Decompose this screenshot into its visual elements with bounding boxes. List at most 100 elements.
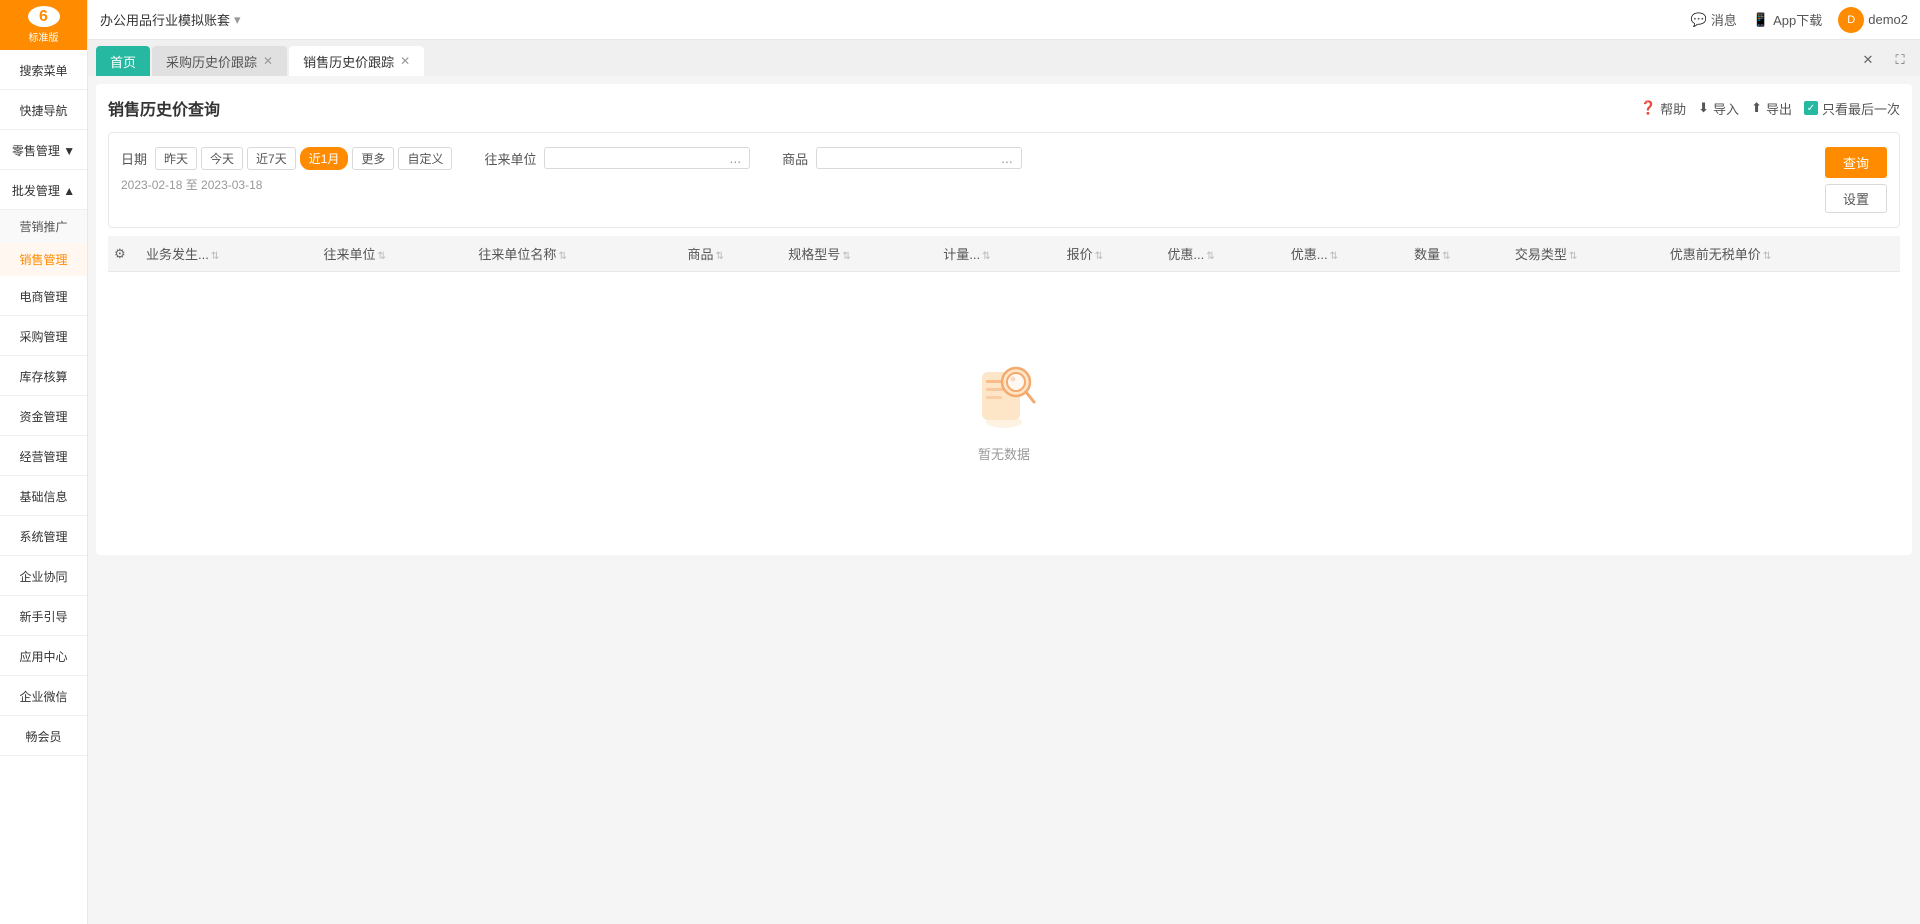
filter-panel: 日期 昨天 今天 近7天 近1月 更多 自定义 2023-02-18 至 202… (108, 132, 1900, 228)
content-area: 销售历史价查询 ❓ 帮助 ⬇ 导入 ⬆ 导出 (88, 76, 1920, 924)
sidebar: 6 标准版 搜索菜单 快捷导航 零售管理 ▼ 批发管理 ▲ 营销推广 销售管理 … (0, 0, 88, 924)
main-area: 办公用品行业模拟账套 ▾ 💬 消息 📱 App下载 D demo2 首页 采购历… (88, 0, 1920, 924)
sort-icon-discount1: ⇅ (1206, 251, 1214, 262)
page-header: 销售历史价查询 ❓ 帮助 ⬇ 导入 ⬆ 导出 (108, 96, 1900, 120)
date-range-display: 2023-02-18 至 2023-03-18 (121, 176, 452, 193)
sidebar-item-marketing[interactable]: 营销推广 (0, 210, 87, 243)
setting-button[interactable]: 设置 (1825, 184, 1887, 213)
date-btn-7days[interactable]: 近7天 (247, 147, 296, 170)
sidebar-item-wechat[interactable]: 企业微信 (0, 676, 87, 716)
import-icon: ⬇ (1698, 100, 1709, 116)
sort-icon-quote: ⇅ (1095, 251, 1103, 262)
empty-state: 暂无数据 (108, 272, 1900, 543)
topbar-app-download[interactable]: 📱 App下载 (1753, 10, 1822, 29)
sidebar-item-inventory[interactable]: 库存核算 (0, 356, 87, 396)
sort-icon-trade-type: ⇅ (1569, 251, 1577, 262)
sort-icon-spec: ⇅ (842, 251, 850, 262)
date-btn-yesterday[interactable]: 昨天 (155, 147, 197, 170)
sidebar-item-retail[interactable]: 零售管理 ▼ (0, 130, 87, 170)
date-buttons: 昨天 今天 近7天 近1月 更多 自定义 (155, 147, 452, 170)
counterparty-dots[interactable]: ... (729, 150, 741, 166)
th-spec[interactable]: 规格型号⇅ (782, 236, 937, 272)
sort-icon-biz-date: ⇅ (211, 251, 219, 262)
help-action[interactable]: ❓ 帮助 (1640, 99, 1686, 118)
date-filter-group: 日期 昨天 今天 近7天 近1月 更多 自定义 2023-02-18 至 202… (121, 147, 452, 193)
page-card: 销售历史价查询 ❓ 帮助 ⬇ 导入 ⬆ 导出 (96, 84, 1912, 555)
goods-dots[interactable]: ... (1001, 150, 1013, 166)
tab-bar: 首页 采购历史价跟踪 ✕ 销售历史价跟踪 ✕ ✕ ⛶ (88, 40, 1920, 76)
sidebar-item-wholesale[interactable]: 批发管理 ▲ (0, 170, 87, 210)
import-action[interactable]: ⬇ 导入 (1698, 99, 1739, 118)
date-label: 日期 (121, 149, 147, 168)
logo: 6 标准版 (0, 0, 87, 50)
empty-text: 暂无数据 (978, 444, 1030, 463)
query-button[interactable]: 查询 (1825, 147, 1887, 178)
goods-filter-group: 商品 ... (782, 147, 1022, 169)
tab-purchase-close[interactable]: ✕ (263, 54, 273, 68)
last-only-checkbox[interactable]: 只看最后一次 (1804, 99, 1900, 118)
topbar-message[interactable]: 💬 消息 (1691, 10, 1737, 29)
logo-text: 标准版 (29, 29, 59, 44)
counterparty-input[interactable] (553, 151, 729, 166)
tab-home[interactable]: 首页 (96, 46, 150, 76)
avatar: D (1838, 7, 1864, 33)
logo-icon: 6 (28, 6, 60, 27)
th-discount1[interactable]: 优惠...⇅ (1161, 236, 1284, 272)
sidebar-item-member[interactable]: 畅会员 (0, 716, 87, 756)
help-icon: ❓ (1640, 100, 1656, 116)
sort-icon-discount2: ⇅ (1330, 251, 1338, 262)
data-table: ⚙ 业务发生...⇅ 往来单位⇅ 往来单位名称⇅ 商品⇅ 规格型号⇅ 计量...… (108, 236, 1900, 272)
app-title: 办公用品行业模拟账套 ▾ (100, 10, 1683, 29)
sidebar-item-collab[interactable]: 企业协同 (0, 556, 87, 596)
th-discount2[interactable]: 优惠...⇅ (1285, 236, 1408, 272)
th-pre-tax-price[interactable]: 优惠前无税单价⇅ (1664, 236, 1900, 272)
th-unit[interactable]: 计量...⇅ (937, 236, 1060, 272)
sort-icon-qty: ⇅ (1442, 251, 1450, 262)
th-goods[interactable]: 商品⇅ (682, 236, 783, 272)
th-counterparty-name[interactable]: 往来单位名称⇅ (472, 236, 681, 272)
sidebar-item-guide[interactable]: 新手引导 (0, 596, 87, 636)
date-btn-custom[interactable]: 自定义 (398, 147, 452, 170)
sidebar-item-nav[interactable]: 快捷导航 (0, 90, 87, 130)
empty-icon (964, 352, 1044, 432)
goods-label: 商品 (782, 149, 808, 168)
sidebar-item-system[interactable]: 系统管理 (0, 516, 87, 556)
tab-sales[interactable]: 销售历史价跟踪 ✕ (289, 46, 424, 76)
table-settings-icon[interactable]: ⚙ (114, 246, 126, 261)
sidebar-item-finance[interactable]: 资金管理 (0, 396, 87, 436)
goods-input[interactable] (825, 151, 1001, 166)
tab-purchase[interactable]: 采购历史价跟踪 ✕ (152, 46, 287, 76)
th-counterparty[interactable]: 往来单位⇅ (317, 236, 472, 272)
th-trade-type[interactable]: 交易类型⇅ (1509, 236, 1664, 272)
date-btn-today[interactable]: 今天 (201, 147, 243, 170)
topbar-actions: 💬 消息 📱 App下载 D demo2 (1691, 7, 1908, 33)
filter-row: 日期 昨天 今天 近7天 近1月 更多 自定义 2023-02-18 至 202… (121, 143, 1887, 217)
tab-expand-button[interactable]: ⛶ (1888, 48, 1912, 72)
sort-icon-counterparty: ⇅ (378, 251, 386, 262)
date-btn-more[interactable]: 更多 (352, 147, 394, 170)
date-btn-1month[interactable]: 近1月 (300, 147, 349, 170)
th-settings: ⚙ (108, 236, 140, 272)
counterparty-filter-group: 往来单位 ... (484, 147, 750, 169)
export-action[interactable]: ⬆ 导出 (1751, 99, 1792, 118)
th-biz-date[interactable]: 业务发生...⇅ (140, 236, 317, 272)
sidebar-item-basic[interactable]: 基础信息 (0, 476, 87, 516)
sort-icon-counterparty-name: ⇅ (558, 251, 566, 262)
app-title-dropdown[interactable]: ▾ (234, 12, 241, 28)
app-download-icon: 📱 (1753, 12, 1769, 28)
th-qty[interactable]: 数量⇅ (1408, 236, 1509, 272)
sidebar-item-search[interactable]: 搜索菜单 (0, 50, 87, 90)
tab-close-all-button[interactable]: ✕ (1856, 48, 1880, 72)
sidebar-item-operation[interactable]: 经营管理 (0, 436, 87, 476)
table-header-row: ⚙ 业务发生...⇅ 往来单位⇅ 往来单位名称⇅ 商品⇅ 规格型号⇅ 计量...… (108, 236, 1900, 272)
sidebar-item-ecommerce[interactable]: 电商管理 (0, 276, 87, 316)
sidebar-item-purchase[interactable]: 采购管理 (0, 316, 87, 356)
topbar: 办公用品行业模拟账套 ▾ 💬 消息 📱 App下载 D demo2 (88, 0, 1920, 40)
sidebar-item-sales-mgmt[interactable]: 销售管理 (0, 243, 87, 276)
tab-sales-close[interactable]: ✕ (400, 54, 410, 68)
sidebar-item-appstore[interactable]: 应用中心 (0, 636, 87, 676)
export-icon: ⬆ (1751, 100, 1762, 116)
topbar-user[interactable]: D demo2 (1838, 7, 1908, 33)
th-quote[interactable]: 报价⇅ (1061, 236, 1162, 272)
counterparty-label: 往来单位 (484, 149, 536, 168)
